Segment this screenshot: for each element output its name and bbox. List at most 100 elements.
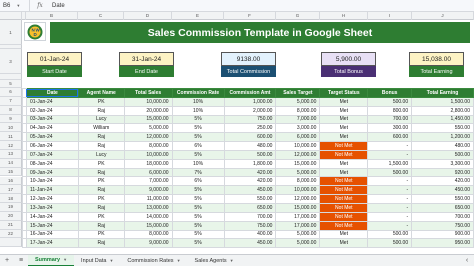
- sales-target-cell[interactable]: 15,000.00: [275, 202, 321, 213]
- column-header-b[interactable]: B: [26, 12, 78, 20]
- total-sales-cell[interactable]: 10,000.00: [123, 149, 173, 160]
- commission-amt-cell[interactable]: 400.00: [223, 229, 277, 240]
- agent-name-cell[interactable]: William: [77, 123, 125, 134]
- header-total-sales[interactable]: Total Sales: [123, 88, 173, 98]
- total-earning-cell[interactable]: 1,500.00: [411, 96, 474, 107]
- commission-amt-cell[interactable]: 750.00: [223, 114, 277, 125]
- row-header[interactable]: 18: [0, 194, 22, 204]
- agent-name-cell[interactable]: Raj: [77, 185, 125, 196]
- header-sales-target[interactable]: Sales Target: [275, 88, 321, 98]
- sales-target-cell[interactable]: 3,000.00: [275, 123, 321, 134]
- date-cell[interactable]: 03-Jan-24: [25, 114, 79, 125]
- row-header[interactable]: 7: [0, 96, 22, 106]
- sales-target-cell[interactable]: 8,000.00: [275, 176, 321, 187]
- row-header[interactable]: 19: [0, 203, 22, 212]
- sales-target-cell[interactable]: 17,000.00: [275, 211, 321, 222]
- agent-name-cell[interactable]: PK: [77, 211, 125, 222]
- sales-target-cell[interactable]: 5,000.00: [275, 96, 321, 107]
- commission-amt-cell[interactable]: 750.00: [223, 220, 277, 231]
- row-header[interactable]: 8: [0, 105, 22, 115]
- tab-input-data[interactable]: Input Data ▼: [74, 255, 120, 266]
- total-sales-cell[interactable]: 15,000.00: [123, 114, 173, 125]
- agent-name-cell[interactable]: PK: [77, 194, 125, 204]
- sales-target-cell[interactable]: 5,000.00: [275, 229, 321, 240]
- commission-amt-cell[interactable]: 450.00: [223, 185, 277, 196]
- total-sales-cell[interactable]: 5,000.00: [123, 123, 173, 134]
- total-earning-cell[interactable]: 1,200.00: [411, 132, 474, 143]
- total-earning-cell[interactable]: 900.00: [411, 229, 474, 240]
- column-header-i[interactable]: I: [368, 12, 412, 20]
- header-agent-name[interactable]: Agent Name: [77, 88, 125, 98]
- chevron-down-icon[interactable]: ▼: [63, 257, 67, 262]
- commission-amt-cell[interactable]: 2,000.00: [223, 105, 277, 116]
- commission-amt-cell[interactable]: 420.00: [223, 176, 277, 187]
- agent-name-cell[interactable]: PK: [77, 158, 125, 169]
- commission-amt-cell[interactable]: 700.00: [223, 211, 277, 222]
- bonus-cell[interactable]: 500.00: [367, 229, 413, 240]
- sales-target-cell[interactable]: 6,000.00: [275, 132, 321, 143]
- total-earning-cell[interactable]: 420.00: [411, 176, 474, 187]
- sales-target-cell[interactable]: 8,000.00: [275, 105, 321, 116]
- date-cell[interactable]: 10-Jan-24: [25, 176, 79, 187]
- row-header[interactable]: 17: [0, 185, 22, 195]
- agent-name-cell[interactable]: PK: [77, 176, 125, 187]
- total-earning-cell[interactable]: 550.00: [411, 194, 474, 204]
- total-earning-cell[interactable]: 700.00: [411, 211, 474, 222]
- total-earning-cell[interactable]: 650.00: [411, 202, 474, 213]
- bonus-cell[interactable]: -: [367, 202, 413, 213]
- header-commission-rate[interactable]: Commission Rate: [171, 88, 225, 98]
- row-header[interactable]: 14: [0, 158, 22, 168]
- total-sales-cell[interactable]: 13,000.00: [123, 202, 173, 213]
- bonus-cell[interactable]: -: [367, 211, 413, 222]
- bonus-cell[interactable]: 800.00: [367, 105, 413, 116]
- target-status-cell[interactable]: Met: [319, 96, 369, 107]
- commission-rate-cell[interactable]: 5%: [171, 194, 225, 204]
- date-cell[interactable]: 06-Jan-24: [25, 141, 79, 151]
- column-header-g[interactable]: G: [276, 12, 320, 20]
- row-header[interactable]: 12: [0, 141, 22, 150]
- total-sales-cell[interactable]: 6,000.00: [123, 167, 173, 178]
- column-header-e[interactable]: E: [172, 12, 224, 20]
- agent-name-cell[interactable]: Raj: [77, 220, 125, 231]
- row-header[interactable]: 20: [0, 211, 22, 221]
- header-target-status[interactable]: Target Status: [319, 88, 369, 98]
- commission-rate-cell[interactable]: 5%: [171, 229, 225, 240]
- target-status-cell[interactable]: Met: [319, 158, 369, 169]
- tab-commission-rates[interactable]: Commission Rates ▼: [120, 255, 187, 266]
- total-earning-cell[interactable]: 750.00: [411, 220, 474, 231]
- target-status-cell[interactable]: Not Met: [319, 211, 369, 222]
- target-status-cell[interactable]: Not Met: [319, 185, 369, 196]
- commission-rate-cell[interactable]: 10%: [171, 96, 225, 107]
- column-header-h[interactable]: H: [320, 12, 368, 20]
- target-status-cell[interactable]: Met: [319, 167, 369, 178]
- target-status-cell[interactable]: Not Met: [319, 194, 369, 204]
- commission-amt-cell[interactable]: 600.00: [223, 132, 277, 143]
- row-header[interactable]: 21: [0, 220, 22, 230]
- commission-rate-cell[interactable]: 7%: [171, 167, 225, 178]
- commission-rate-cell[interactable]: 6%: [171, 141, 225, 151]
- card-value[interactable]: 01-Jan-24: [27, 52, 82, 66]
- date-cell[interactable]: 12-Jan-24: [25, 194, 79, 204]
- commission-rate-cell[interactable]: 5%: [171, 114, 225, 125]
- target-status-cell[interactable]: Met: [319, 132, 369, 143]
- target-status-cell[interactable]: Not Met: [319, 202, 369, 213]
- commission-amt-cell[interactable]: 420.00: [223, 167, 277, 178]
- date-cell[interactable]: 14-Jan-24: [25, 211, 79, 222]
- target-status-cell[interactable]: Met: [319, 229, 369, 240]
- header-bonus[interactable]: Bonus: [367, 88, 413, 98]
- target-status-cell[interactable]: Not Met: [319, 220, 369, 231]
- bonus-cell[interactable]: -: [367, 176, 413, 187]
- sales-target-cell[interactable]: 5,000.00: [275, 238, 321, 249]
- date-cell[interactable]: 11-Jan-24: [25, 185, 79, 196]
- chevron-down-icon[interactable]: ▼: [109, 258, 113, 263]
- date-cell[interactable]: 17-Jan-24: [25, 238, 79, 249]
- total-earning-cell[interactable]: 450.00: [411, 185, 474, 196]
- tab-summary[interactable]: Summary ▼: [28, 254, 75, 266]
- total-sales-cell[interactable]: 9,000.00: [123, 185, 173, 196]
- row-header-3[interactable]: 3: [0, 49, 22, 74]
- agent-name-cell[interactable]: Raj: [77, 132, 125, 143]
- row-header[interactable]: 15: [0, 167, 22, 177]
- total-earning-cell[interactable]: 3,300.00: [411, 158, 474, 169]
- column-header-c[interactable]: C: [78, 12, 124, 20]
- bonus-cell[interactable]: 1,500.00: [367, 158, 413, 169]
